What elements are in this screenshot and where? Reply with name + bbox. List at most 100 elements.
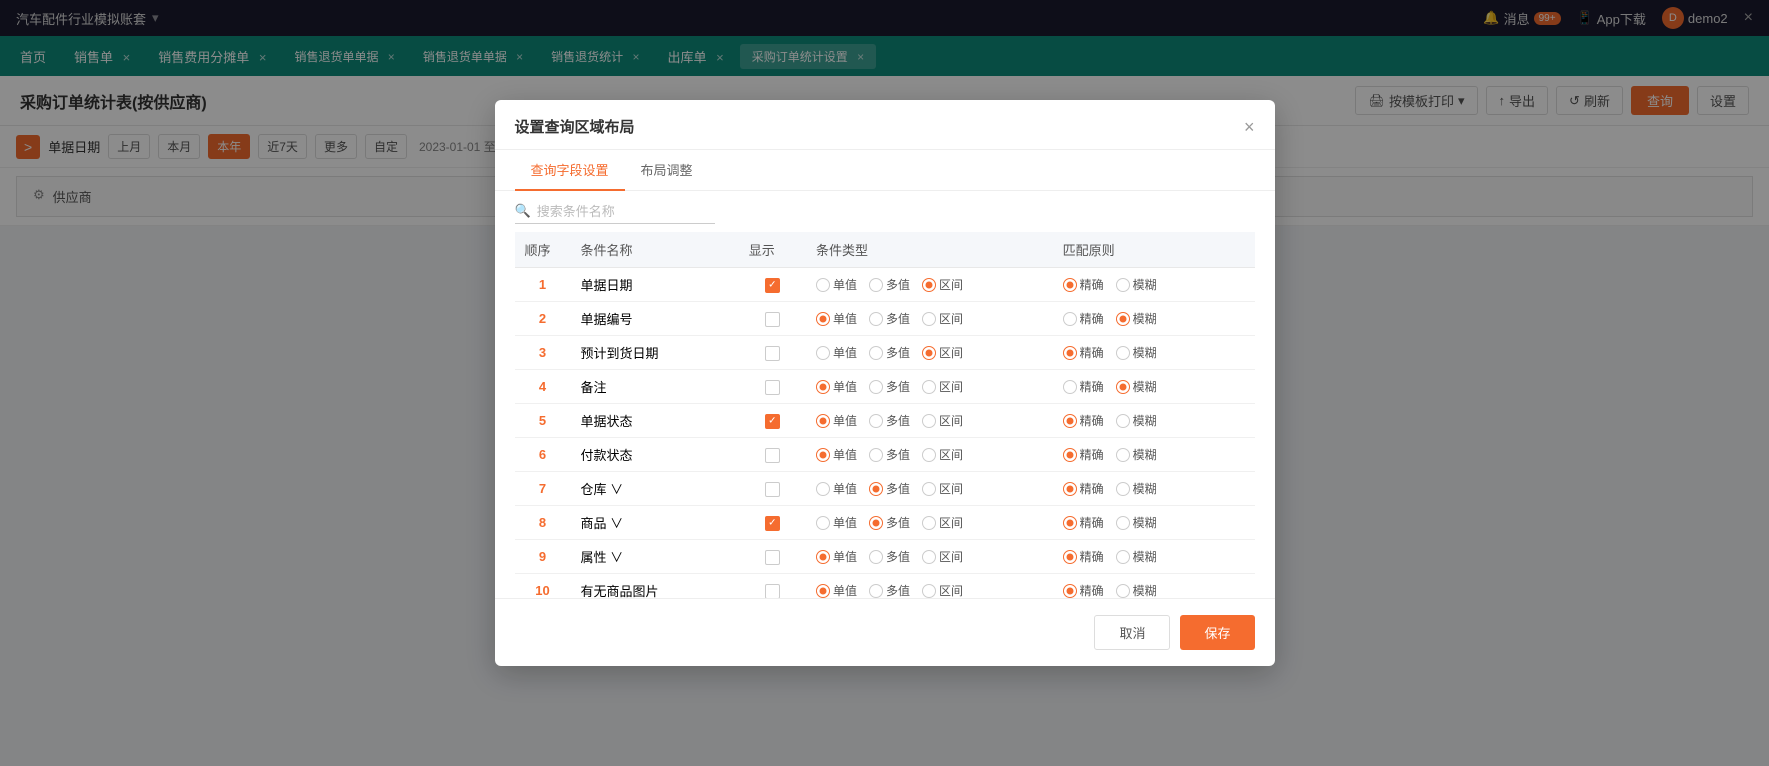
display-checkbox[interactable] [765,346,780,361]
search-icon: 🔍 [515,203,531,219]
type-range-radio[interactable]: 区间 [922,514,963,531]
table-row: 2单据编号单值多值区间精确模糊 [515,302,1255,336]
match-exact-radio[interactable]: 精确 [1063,582,1104,598]
type-range-circle [922,482,936,496]
type-multi-label: 多值 [886,548,910,565]
type-single-radio[interactable]: 单值 [816,480,857,497]
match-fuzzy-label: 模糊 [1133,548,1157,565]
match-fuzzy-label: 模糊 [1133,446,1157,463]
display-checkbox[interactable] [765,482,780,497]
type-multi-radio[interactable]: 多值 [869,514,910,531]
type-multi-radio[interactable]: 多值 [869,344,910,361]
cell-order: 10 [515,574,571,599]
match-exact-radio[interactable]: 精确 [1063,480,1104,497]
type-single-radio[interactable]: 单值 [816,514,857,531]
type-range-radio[interactable]: 区间 [922,276,963,293]
display-checkbox[interactable] [765,448,780,463]
match-fuzzy-radio[interactable]: 模糊 [1116,548,1157,565]
cell-match: 精确模糊 [1053,268,1255,302]
tab-layout[interactable]: 布局调整 [625,150,709,191]
type-single-radio[interactable]: 单值 [816,378,857,395]
modal-close-button[interactable]: × [1244,118,1255,136]
display-checkbox[interactable] [765,516,780,531]
type-range-radio[interactable]: 区间 [922,582,963,598]
display-checkbox[interactable] [765,584,780,598]
match-exact-radio[interactable]: 精确 [1063,310,1104,327]
match-fuzzy-radio[interactable]: 模糊 [1116,378,1157,395]
match-fuzzy-radio[interactable]: 模糊 [1116,412,1157,429]
type-multi-radio[interactable]: 多值 [869,276,910,293]
match-fuzzy-radio[interactable]: 模糊 [1116,582,1157,598]
cell-match: 精确模糊 [1053,404,1255,438]
cell-order: 5 [515,404,571,438]
match-exact-radio[interactable]: 精确 [1063,446,1104,463]
match-fuzzy-radio[interactable]: 模糊 [1116,276,1157,293]
type-multi-radio[interactable]: 多值 [869,582,910,598]
type-multi-label: 多值 [886,310,910,327]
type-multi-radio[interactable]: 多值 [869,480,910,497]
type-multi-radio[interactable]: 多值 [869,310,910,327]
display-checkbox[interactable] [765,414,780,429]
match-fuzzy-radio[interactable]: 模糊 [1116,480,1157,497]
match-fuzzy-radio[interactable]: 模糊 [1116,446,1157,463]
type-multi-label: 多值 [886,344,910,361]
match-fuzzy-label: 模糊 [1133,514,1157,531]
type-multi-radio[interactable]: 多值 [869,378,910,395]
display-checkbox[interactable] [765,312,780,327]
type-single-radio[interactable]: 单值 [816,582,857,598]
match-exact-radio[interactable]: 精确 [1063,412,1104,429]
match-exact-circle [1063,550,1077,564]
type-multi-radio[interactable]: 多值 [869,446,910,463]
match-fuzzy-circle [1116,346,1130,360]
type-range-radio[interactable]: 区间 [922,548,963,565]
match-exact-radio[interactable]: 精确 [1063,378,1104,395]
cell-name: 单据状态 [571,404,739,438]
type-single-label: 单值 [833,310,857,327]
display-checkbox[interactable] [765,550,780,565]
display-checkbox[interactable] [765,278,780,293]
match-fuzzy-circle [1116,278,1130,292]
match-exact-radio[interactable]: 精确 [1063,548,1104,565]
display-checkbox[interactable] [765,380,780,395]
cell-name: 单据日期 [571,268,739,302]
cell-order: 6 [515,438,571,472]
type-single-circle [816,346,830,360]
save-button[interactable]: 保存 [1180,615,1254,650]
type-range-radio[interactable]: 区间 [922,378,963,395]
type-multi-circle [869,380,883,394]
table-row: 10有无商品图片单值多值区间精确模糊 [515,574,1255,599]
type-range-radio[interactable]: 区间 [922,310,963,327]
tab-query-fields[interactable]: 查询字段设置 [515,150,625,191]
cancel-button[interactable]: 取消 [1094,615,1170,650]
modal-header: 设置查询区域布局 × [495,100,1275,150]
table-row: 6付款状态单值多值区间精确模糊 [515,438,1255,472]
match-exact-radio[interactable]: 精确 [1063,276,1104,293]
type-single-circle [816,584,830,598]
match-exact-radio[interactable]: 精确 [1063,344,1104,361]
type-multi-circle [869,584,883,598]
type-single-radio[interactable]: 单值 [816,310,857,327]
match-fuzzy-radio[interactable]: 模糊 [1116,310,1157,327]
type-single-radio[interactable]: 单值 [816,446,857,463]
match-exact-radio[interactable]: 精确 [1063,514,1104,531]
type-range-radio[interactable]: 区间 [922,344,963,361]
type-range-radio[interactable]: 区间 [922,480,963,497]
type-single-radio[interactable]: 单值 [816,344,857,361]
match-fuzzy-label: 模糊 [1133,344,1157,361]
type-range-radio[interactable]: 区间 [922,446,963,463]
cell-display [739,268,806,302]
type-single-radio[interactable]: 单值 [816,412,857,429]
search-input[interactable] [537,204,715,219]
type-multi-radio[interactable]: 多值 [869,548,910,565]
th-match: 匹配原则 [1053,232,1255,268]
type-range-radio[interactable]: 区间 [922,412,963,429]
type-single-label: 单值 [833,412,857,429]
type-single-radio[interactable]: 单值 [816,548,857,565]
type-multi-label: 多值 [886,276,910,293]
match-fuzzy-radio[interactable]: 模糊 [1116,514,1157,531]
type-single-radio[interactable]: 单值 [816,276,857,293]
match-fuzzy-radio[interactable]: 模糊 [1116,344,1157,361]
type-multi-radio[interactable]: 多值 [869,412,910,429]
match-exact-circle [1063,584,1077,598]
type-single-label: 单值 [833,548,857,565]
